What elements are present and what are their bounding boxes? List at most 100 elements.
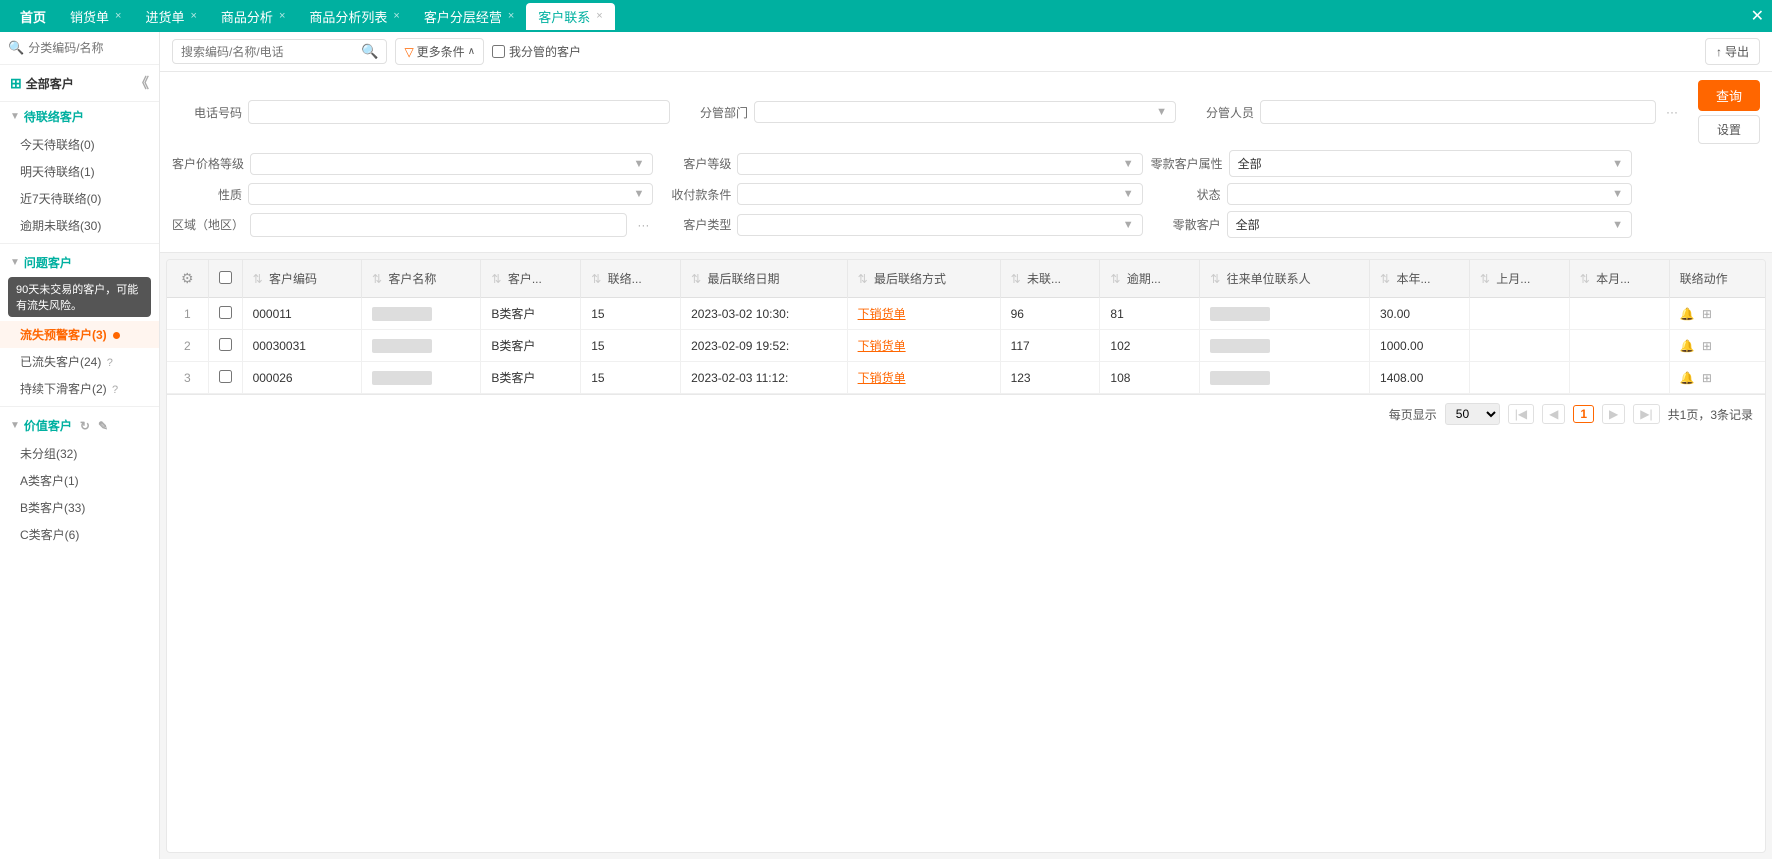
- sidebar-group-pending[interactable]: ▼ 待联络客户: [0, 102, 159, 131]
- filter-select-payment[interactable]: ▼: [737, 183, 1142, 205]
- export-button[interactable]: ↑ 导出: [1705, 38, 1760, 65]
- main-search-icon[interactable]: 🔍: [361, 43, 378, 60]
- tab-purchase[interactable]: 进货单 ×: [133, 3, 208, 30]
- close-customer-contact-tab[interactable]: ×: [596, 10, 602, 22]
- settings-gear-button[interactable]: ⚙: [177, 268, 198, 289]
- row-checkbox-cell[interactable]: [208, 298, 242, 330]
- action-chat-icon[interactable]: 🔔: [1680, 371, 1695, 385]
- last-method-link[interactable]: 下销货单: [858, 371, 906, 385]
- tab-goods-analysis[interactable]: 商品分析 ×: [209, 3, 297, 30]
- close-sales-tab[interactable]: ×: [115, 10, 121, 22]
- chevron-down-icon: ∧: [468, 46, 475, 57]
- row-checkbox[interactable]: [219, 338, 232, 351]
- row-last-method[interactable]: 下销货单: [847, 362, 1000, 394]
- prev-page-button[interactable]: ◀: [1542, 404, 1565, 424]
- row-checkbox-cell[interactable]: [208, 330, 242, 362]
- row-checkbox[interactable]: [219, 370, 232, 383]
- filter-input-phone[interactable]: [248, 100, 670, 124]
- sidebar-item-7days[interactable]: 近7天待联络(0): [0, 185, 159, 212]
- col-checkbox-header[interactable]: [208, 260, 242, 298]
- action-more-icon[interactable]: ⊞: [1702, 371, 1712, 385]
- filter-cell-price-grade: 客户价格等级 ▼: [172, 153, 653, 175]
- sidebar-item-ungrouped[interactable]: 未分组(32): [0, 440, 159, 467]
- row-last-method[interactable]: 下销货单: [847, 298, 1000, 330]
- page-size-select[interactable]: 50 100 200: [1445, 403, 1500, 425]
- filter-select-status[interactable]: ▼: [1227, 183, 1632, 205]
- sidebar-group-value[interactable]: ▼ 价值客户 ↻ ✎: [0, 411, 159, 440]
- row-this-month: [1569, 330, 1669, 362]
- row-code: 000026: [242, 362, 361, 394]
- row-checkbox[interactable]: [219, 306, 232, 319]
- filter-select-zero-cust[interactable]: 全部 ▼: [1227, 211, 1632, 238]
- filter-bar: 🔍 ▽ 更多条件 ∧ 我分管的客户 ↑ 导出: [160, 32, 1772, 72]
- sidebar-group-problem[interactable]: ▼ 问题客户: [0, 248, 159, 277]
- filter-select-price-grade[interactable]: ▼: [250, 153, 653, 175]
- sidebar-collapse-button[interactable]: 《: [135, 73, 149, 93]
- sidebar-search-input[interactable]: [28, 41, 151, 55]
- row-checkbox-cell[interactable]: [208, 362, 242, 394]
- filter-label-region: 区域（地区）: [172, 216, 244, 233]
- close-purchase-tab[interactable]: ×: [190, 10, 196, 22]
- region-more-button[interactable]: ···: [633, 218, 653, 232]
- filter-cell-dept: 分管部门 ▼: [678, 101, 1176, 123]
- row-last-method[interactable]: 下销货单: [847, 330, 1000, 362]
- sidebar-item-class-c[interactable]: C类客户(6): [0, 521, 159, 548]
- action-more-icon[interactable]: ⊞: [1702, 339, 1712, 353]
- filter-select-nature[interactable]: ▼: [248, 183, 653, 205]
- tab-home[interactable]: 首页: [8, 3, 58, 30]
- edit-icon[interactable]: ✎: [98, 419, 108, 433]
- row-action[interactable]: 🔔 ⊞: [1669, 362, 1765, 394]
- next-page-button[interactable]: ▶: [1602, 404, 1625, 424]
- tab-customer-contact[interactable]: 客户联系 ×: [526, 3, 614, 30]
- col-settings[interactable]: ⚙: [167, 260, 208, 298]
- sidebar-item-churned[interactable]: 已流失客户(24) ?: [0, 348, 159, 375]
- row-contact: 15: [581, 298, 681, 330]
- sidebar-item-overdue[interactable]: 逾期未联络(30): [0, 212, 159, 239]
- last-method-link[interactable]: 下销货单: [858, 339, 906, 353]
- tab-goods-list[interactable]: 商品分析列表 ×: [297, 3, 411, 30]
- filter-cell-status: 状态 ▼: [1151, 183, 1632, 205]
- close-customer-layer-tab[interactable]: ×: [508, 10, 514, 22]
- action-chat-icon[interactable]: 🔔: [1680, 307, 1695, 321]
- select-all-checkbox[interactable]: [219, 271, 232, 284]
- sidebar-item-churn-warning[interactable]: 流失预警客户(3): [0, 321, 159, 348]
- tab-customer-layer[interactable]: 客户分层经营 ×: [412, 3, 526, 30]
- row-action[interactable]: 🔔 ⊞: [1669, 298, 1765, 330]
- my-customers-label[interactable]: 我分管的客户: [492, 43, 581, 60]
- filter-select-dept[interactable]: ▼: [754, 101, 1176, 123]
- settings-button[interactable]: 设置: [1698, 115, 1760, 144]
- action-more-icon[interactable]: ⊞: [1702, 307, 1712, 321]
- more-conditions-button[interactable]: ▽ 更多条件 ∧: [395, 38, 484, 65]
- filter-select-cust-grade[interactable]: ▼: [737, 153, 1142, 175]
- my-customers-checkbox[interactable]: [492, 45, 505, 58]
- refresh-icon[interactable]: ↻: [80, 419, 90, 433]
- sidebar-item-class-a[interactable]: A类客户(1): [0, 467, 159, 494]
- filter-cell-zero-cust: 零散客户 全部 ▼: [1151, 211, 1632, 238]
- sidebar-item-declining[interactable]: 持续下滑客户(2) ?: [0, 375, 159, 402]
- filter-input-region[interactable]: [250, 213, 627, 237]
- close-all-button[interactable]: ✕: [1751, 6, 1764, 26]
- filter-select-cust-type[interactable]: ▼: [737, 214, 1142, 236]
- row-action[interactable]: 🔔 ⊞: [1669, 330, 1765, 362]
- person-more-button[interactable]: ···: [1662, 105, 1682, 119]
- sort-icon-lmonth: ⇅: [1480, 272, 1490, 286]
- close-goods-analysis-tab[interactable]: ×: [279, 10, 285, 22]
- row-unit-contact: [1200, 362, 1370, 394]
- tab-sales[interactable]: 销货单 ×: [58, 3, 133, 30]
- filter-select-zero-prop[interactable]: 全部 ▼: [1229, 150, 1632, 177]
- last-method-link[interactable]: 下销货单: [858, 307, 906, 321]
- current-page: 1: [1573, 405, 1594, 423]
- action-chat-icon[interactable]: 🔔: [1680, 339, 1695, 353]
- sidebar-item-tomorrow[interactable]: 明天待联络(1): [0, 158, 159, 185]
- first-page-button[interactable]: |◀: [1508, 404, 1534, 424]
- row-last-date: 2023-02-03 11:12:: [681, 362, 848, 394]
- main-search-input[interactable]: [181, 45, 361, 59]
- sidebar-item-class-b[interactable]: B类客户(33): [0, 494, 159, 521]
- filter-input-person[interactable]: [1260, 100, 1656, 124]
- sidebar-all-customers[interactable]: ⊞ 全部客户 《: [0, 65, 159, 102]
- close-goods-list-tab[interactable]: ×: [393, 10, 399, 22]
- query-button[interactable]: 查询: [1698, 80, 1760, 111]
- filter-cell-person: 分管人员 ···: [1184, 100, 1682, 124]
- last-page-button[interactable]: ▶|: [1633, 404, 1659, 424]
- sidebar-item-today[interactable]: 今天待联络(0): [0, 131, 159, 158]
